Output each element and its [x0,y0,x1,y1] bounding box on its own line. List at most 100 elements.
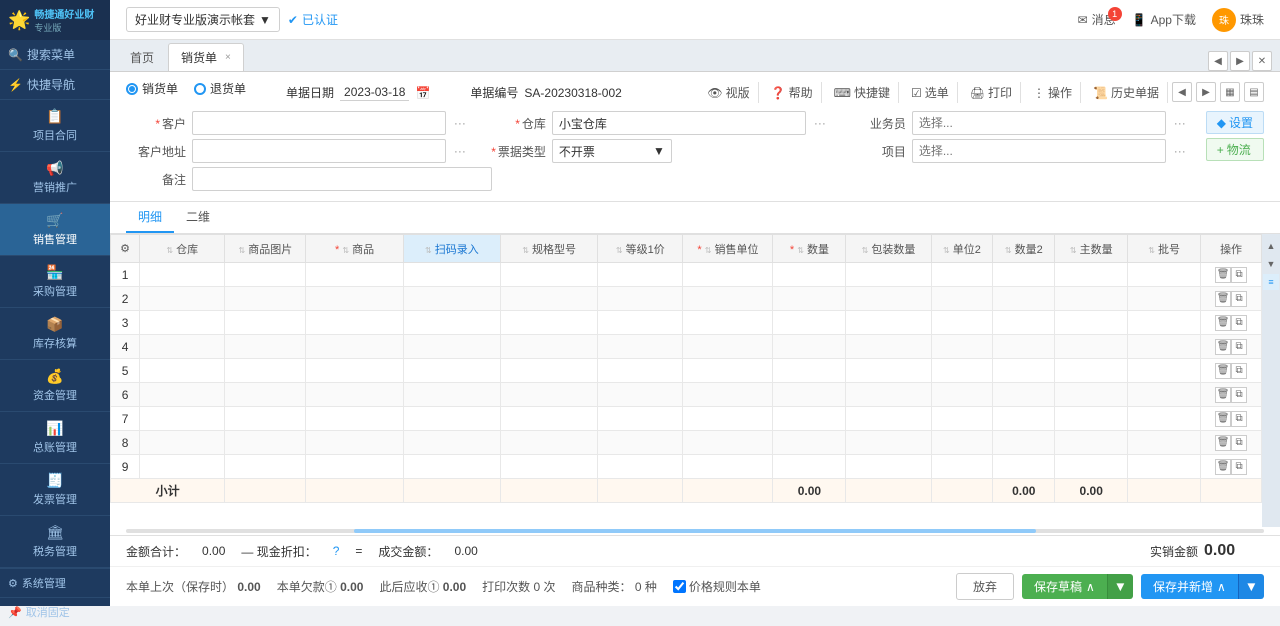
delete-row-btn[interactable]: 🗑 [1215,339,1231,355]
cell[interactable] [1055,407,1128,431]
unit2-sort-icon[interactable]: ⇅ [943,246,950,255]
setting-button[interactable]: ◆ 设置 [1206,111,1264,134]
copy-row-btn[interactable]: ⧉ [1231,339,1247,355]
cell[interactable] [773,407,846,431]
project-dots[interactable]: ··· [1174,144,1186,158]
delete-row-btn[interactable]: 🗑 [1215,315,1231,331]
rp-btn1[interactable]: ▲ [1263,238,1279,254]
table-tab-detail[interactable]: 明细 [126,202,174,233]
cell[interactable] [1055,383,1128,407]
sidebar-item-inventory[interactable]: 📦 库存核算 [0,308,110,360]
cell[interactable] [773,359,846,383]
save-new-arrow-btn[interactable]: ▼ [1238,574,1264,599]
cell[interactable] [1128,431,1201,455]
sidebar-item-marketing[interactable]: 📢 营销推广 [0,152,110,204]
cell[interactable] [993,359,1055,383]
cell[interactable] [500,431,597,455]
cell[interactable] [683,335,773,359]
cell[interactable] [846,287,931,311]
customer-input[interactable] [192,111,446,135]
sidebar-item-invoice[interactable]: 🧾 发票管理 [0,464,110,516]
cell[interactable] [225,359,306,383]
delete-row-btn[interactable]: 🗑 [1215,363,1231,379]
copy-row-btn[interactable]: ⧉ [1231,387,1247,403]
toolbar-next[interactable]: ▶ [1196,82,1216,102]
sidebar-system[interactable]: ⚙ 系统管理 [0,568,110,597]
warehouse-input[interactable] [552,111,806,135]
cell[interactable] [1128,407,1201,431]
cell[interactable] [500,407,597,431]
cell[interactable] [931,263,993,287]
cell[interactable] [993,431,1055,455]
sidebar-search[interactable]: 🔍 搜索菜单 [0,40,110,70]
cell[interactable] [403,359,500,383]
col-gear[interactable]: ⚙ [111,235,140,263]
cell[interactable] [846,335,931,359]
toolbar-shortcut[interactable]: ⌨ 快捷键 [826,82,899,103]
scan-sort-icon[interactable]: ⇅ [425,246,432,255]
cell[interactable] [1055,287,1128,311]
cell[interactable] [846,431,931,455]
cell[interactable] [1055,359,1128,383]
cell[interactable] [306,335,403,359]
cell[interactable] [225,263,306,287]
cell[interactable] [403,455,500,479]
cell[interactable] [140,311,225,335]
cell[interactable] [598,407,683,431]
app-download-btn[interactable]: 📱 App下载 [1132,11,1196,28]
tab-home[interactable]: 首页 [118,44,166,71]
cell[interactable] [846,407,931,431]
price-checkbox[interactable] [673,580,686,593]
cell[interactable] [931,383,993,407]
cell[interactable] [306,407,403,431]
tab-prev-btn[interactable]: ◀ [1208,51,1228,71]
cell[interactable] [140,263,225,287]
cell[interactable] [598,287,683,311]
cell[interactable] [306,383,403,407]
cell[interactable] [683,287,773,311]
cell[interactable] [1128,455,1201,479]
delete-row-btn[interactable]: 🗑 [1215,459,1231,475]
cell[interactable] [1055,263,1128,287]
cell[interactable] [403,263,500,287]
cell[interactable] [1128,383,1201,407]
cell[interactable] [225,455,306,479]
sidebar-item-purchase[interactable]: 🏪 采购管理 [0,256,110,308]
toolbar-help[interactable]: ❓ 帮助 [763,82,822,103]
tab-next-btn[interactable]: ▶ [1230,51,1250,71]
cell[interactable] [1055,431,1128,455]
cell[interactable] [140,383,225,407]
toolbar-select[interactable]: ☑ 选单 [903,82,958,103]
product-sort-icon[interactable]: ⇅ [342,246,349,255]
cell[interactable] [773,431,846,455]
salesperson-input[interactable] [912,111,1166,135]
cell[interactable] [1055,335,1128,359]
delete-row-btn[interactable]: 🗑 [1215,267,1231,283]
horizontal-scrollbar[interactable] [126,529,1264,533]
user-avatar[interactable]: 珠 珠珠 [1212,8,1264,32]
message-btn[interactable]: ✉ 1 消息 [1078,11,1116,28]
cell[interactable] [1128,263,1201,287]
toolbar-version[interactable]: 👁 视版 [699,82,758,103]
invoice-select[interactable]: 不开票 ▼ [552,139,672,163]
warehouse-dots[interactable]: ··· [814,116,826,130]
delete-row-btn[interactable]: 🗑 [1215,411,1231,427]
cell[interactable] [500,359,597,383]
customer-dots[interactable]: ··· [454,116,466,130]
cell[interactable] [598,359,683,383]
cell[interactable] [683,383,773,407]
cell[interactable] [773,335,846,359]
cell[interactable] [683,407,773,431]
project-input[interactable] [912,139,1166,163]
cell[interactable] [993,455,1055,479]
cell[interactable] [931,431,993,455]
grade-sort-icon[interactable]: ⇅ [616,246,623,255]
cell[interactable] [598,431,683,455]
cell[interactable] [500,263,597,287]
pack-qty-sort-icon[interactable]: ⇅ [862,246,869,255]
price-checkbox-item[interactable]: 价格规则本单 [673,578,761,595]
cell[interactable] [846,311,931,335]
cell[interactable] [306,359,403,383]
cell[interactable] [993,407,1055,431]
cell[interactable] [140,431,225,455]
